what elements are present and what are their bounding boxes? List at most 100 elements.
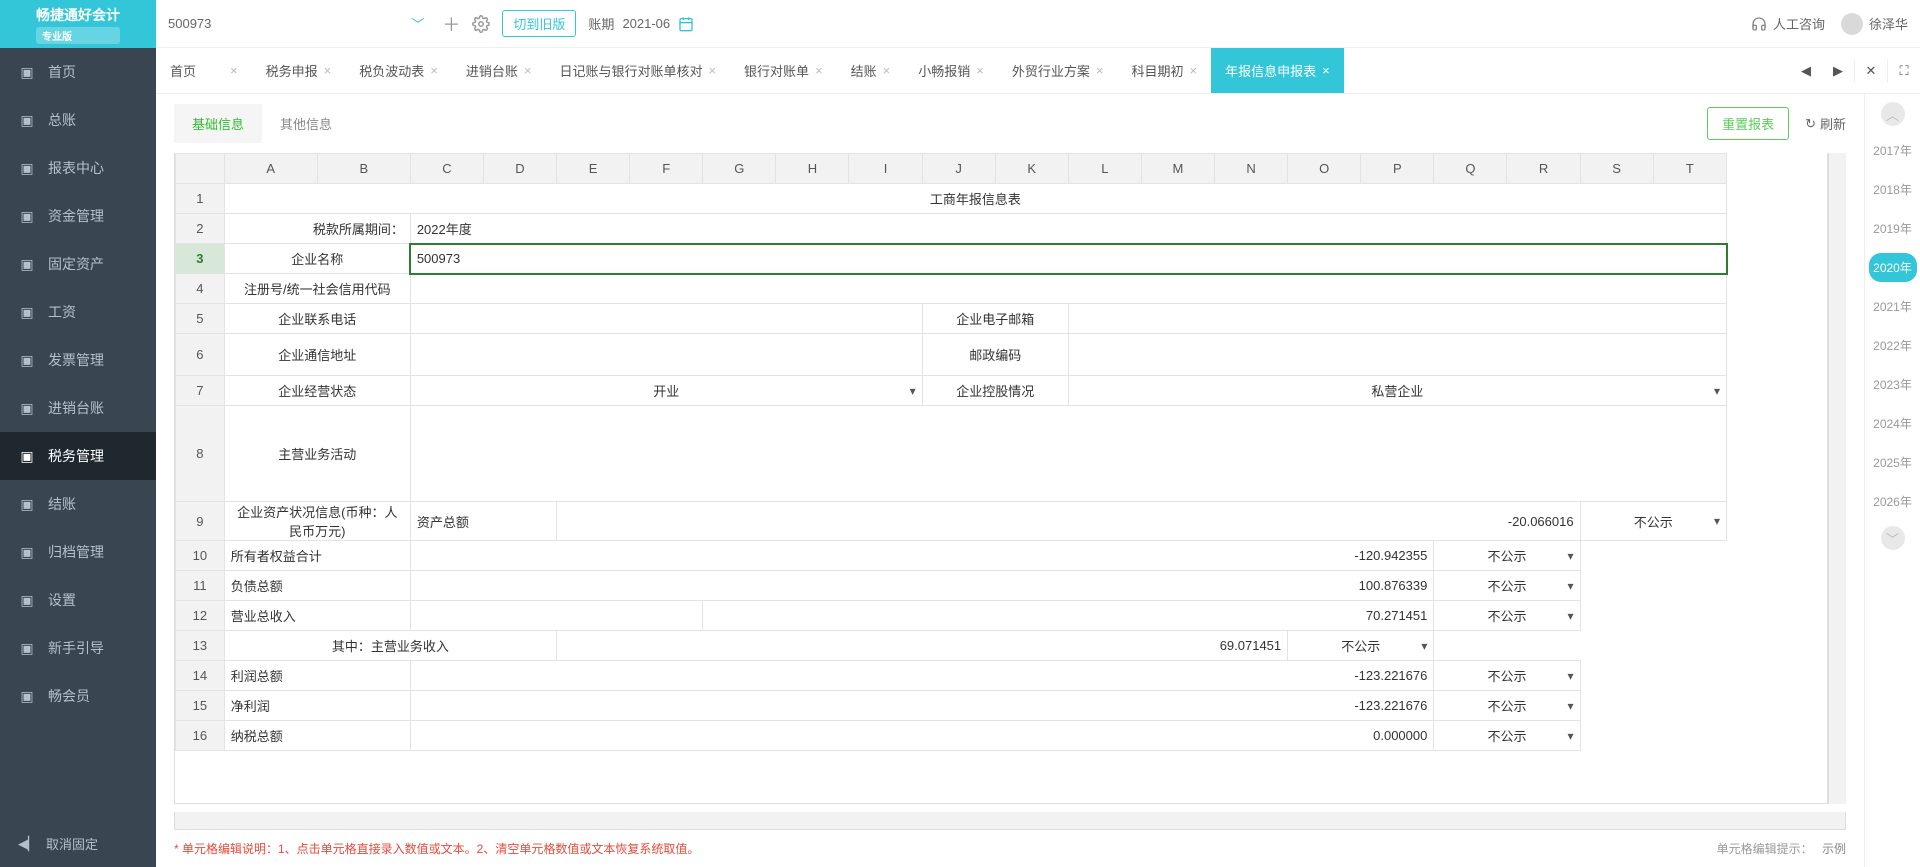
col-T[interactable]: T [1653, 154, 1726, 184]
row-6[interactable]: 6 [176, 334, 225, 376]
plus-icon[interactable]: ＋ [442, 11, 460, 37]
tab-2[interactable]: 税务申报× [252, 48, 346, 93]
year-2022年[interactable]: 2022年 [1869, 331, 1916, 360]
year-2026年[interactable]: 2026年 [1869, 487, 1916, 516]
phone-value-cell[interactable] [410, 304, 922, 334]
col-C[interactable]: C [410, 154, 483, 184]
tab-9[interactable]: 外贸行业方案× [998, 48, 1118, 93]
tab-close-icon[interactable]: × [1096, 63, 1104, 78]
tab-8[interactable]: 小畅报销× [904, 48, 998, 93]
year-scroll-up[interactable]: ︿ [1881, 102, 1905, 126]
switch-old-version-button[interactable]: 切到旧版 [502, 10, 576, 37]
tab-close-icon[interactable]: × [324, 63, 332, 78]
year-2024年[interactable]: 2024年 [1869, 409, 1916, 438]
fin-value-cell[interactable]: -20.066016 [557, 502, 1581, 541]
tab-close-icon[interactable]: × [815, 63, 823, 78]
row-4[interactable]: 4 [176, 274, 225, 304]
col-N[interactable]: N [1215, 154, 1288, 184]
nav-item-report[interactable]: ▣报表中心 [0, 144, 156, 192]
tab-3[interactable]: 税负波动表× [345, 48, 452, 93]
holding-value-cell[interactable]: 私营企业 [1068, 376, 1726, 406]
nav-item-ledger[interactable]: ▣总账 [0, 96, 156, 144]
sheet-corner[interactable] [176, 154, 225, 184]
subtab-other[interactable]: 其他信息 [262, 104, 350, 143]
nav-item-invoice[interactable]: ▣发票管理 [0, 336, 156, 384]
calendar-icon[interactable] [678, 16, 694, 32]
company-dropdown[interactable]: 500973 ﹀ [168, 14, 424, 33]
col-E[interactable]: E [557, 154, 630, 184]
email-value-cell[interactable] [1068, 304, 1726, 334]
nav-item-tax[interactable]: ▣税务管理 [0, 432, 156, 480]
tab-close-icon[interactable]: × [883, 63, 891, 78]
fin-value-cell[interactable]: -123.221676 [410, 661, 1434, 691]
fin-show-cell[interactable]: 不公示 [1434, 541, 1580, 571]
fin-show-cell[interactable]: 不公示 [1580, 502, 1726, 541]
row-14[interactable]: 14 [176, 661, 225, 691]
nav-item-settings[interactable]: ▣设置 [0, 576, 156, 624]
fin-value-cell[interactable]: 0.000000 [410, 721, 1434, 751]
tab-close-icon[interactable]: × [430, 63, 438, 78]
row-8[interactable]: 8 [176, 406, 225, 502]
year-2023年[interactable]: 2023年 [1869, 370, 1916, 399]
support-button[interactable]: 人工咨询 [1751, 14, 1825, 33]
fin-show-cell[interactable]: 不公示 [1434, 691, 1580, 721]
fin-subshow-cell[interactable]: 不公示 [1288, 631, 1434, 661]
refresh-button[interactable]: ↻ 刷新 [1805, 114, 1846, 133]
row-15[interactable]: 15 [176, 691, 225, 721]
year-2019年[interactable]: 2019年 [1869, 214, 1916, 243]
tab-close-icon[interactable]: × [230, 63, 238, 78]
year-2021年[interactable]: 2021年 [1869, 292, 1916, 321]
tab-close-icon[interactable]: × [524, 63, 532, 78]
col-P[interactable]: P [1361, 154, 1434, 184]
tab-10[interactable]: 科目期初× [1117, 48, 1211, 93]
col-D[interactable]: D [483, 154, 556, 184]
year-2018年[interactable]: 2018年 [1869, 175, 1916, 204]
hint-example-link[interactable]: 示例 [1822, 842, 1846, 856]
reg-value-cell[interactable] [410, 274, 1726, 304]
tab-4[interactable]: 进销台账× [452, 48, 546, 93]
status-value-cell[interactable]: 开业 [410, 376, 922, 406]
fin-show-cell[interactable]: 不公示 [1434, 661, 1580, 691]
col-Q[interactable]: Q [1434, 154, 1507, 184]
fin-value-cell[interactable]: -123.221676 [410, 691, 1434, 721]
period-value-cell[interactable]: 2022年度 [410, 214, 1726, 244]
row-2[interactable]: 2 [176, 214, 225, 244]
col-A[interactable]: A [224, 154, 317, 184]
nav-item-fund[interactable]: ▣资金管理 [0, 192, 156, 240]
horizontal-scrollbar[interactable] [174, 812, 1846, 830]
vertical-scrollbar[interactable] [1828, 153, 1846, 804]
nav-item-vip[interactable]: ▣畅会员 [0, 672, 156, 720]
fin-value-cell[interactable]: 100.876339 [410, 571, 1434, 601]
row-5[interactable]: 5 [176, 304, 225, 334]
user-menu[interactable]: 徐泽华 [1841, 13, 1908, 35]
row-13[interactable]: 13 [176, 631, 225, 661]
col-B[interactable]: B [317, 154, 410, 184]
nav-item-salary[interactable]: ▣工资 [0, 288, 156, 336]
col-J[interactable]: J [922, 154, 995, 184]
row-12[interactable]: 12 [176, 601, 225, 631]
company-value-cell[interactable]: 500973 [410, 244, 1726, 274]
tab-fullscreen[interactable]: ⛶ [1888, 55, 1920, 87]
nav-item-home[interactable]: ▣首页 [0, 48, 156, 96]
year-2025年[interactable]: 2025年 [1869, 448, 1916, 477]
tab-7[interactable]: 结账× [837, 48, 905, 93]
col-L[interactable]: L [1068, 154, 1141, 184]
postcode-value-cell[interactable] [1068, 334, 1726, 376]
year-2017年[interactable]: 2017年 [1869, 136, 1916, 165]
nav-item-purchase[interactable]: ▣进销台账 [0, 384, 156, 432]
col-R[interactable]: R [1507, 154, 1580, 184]
row-1[interactable]: 1 [176, 184, 225, 214]
row-10[interactable]: 10 [176, 541, 225, 571]
nav-item-guide[interactable]: ▣新手引导 [0, 624, 156, 672]
tab-close-icon[interactable]: × [1190, 63, 1198, 78]
subtab-basic[interactable]: 基础信息 [174, 104, 262, 143]
fin-show-cell[interactable]: 不公示 [1434, 571, 1580, 601]
col-F[interactable]: F [630, 154, 703, 184]
gear-icon[interactable] [472, 15, 490, 33]
row-11[interactable]: 11 [176, 571, 225, 601]
tab-11[interactable]: 年报信息申报表× [1211, 48, 1344, 93]
tabs-scroll-right[interactable]: ▶ [1822, 55, 1854, 87]
fin-show-cell[interactable]: 不公示 [1434, 601, 1580, 631]
period-value[interactable]: 2021-06 [622, 16, 670, 31]
mainbiz-value-cell[interactable] [410, 406, 1726, 502]
